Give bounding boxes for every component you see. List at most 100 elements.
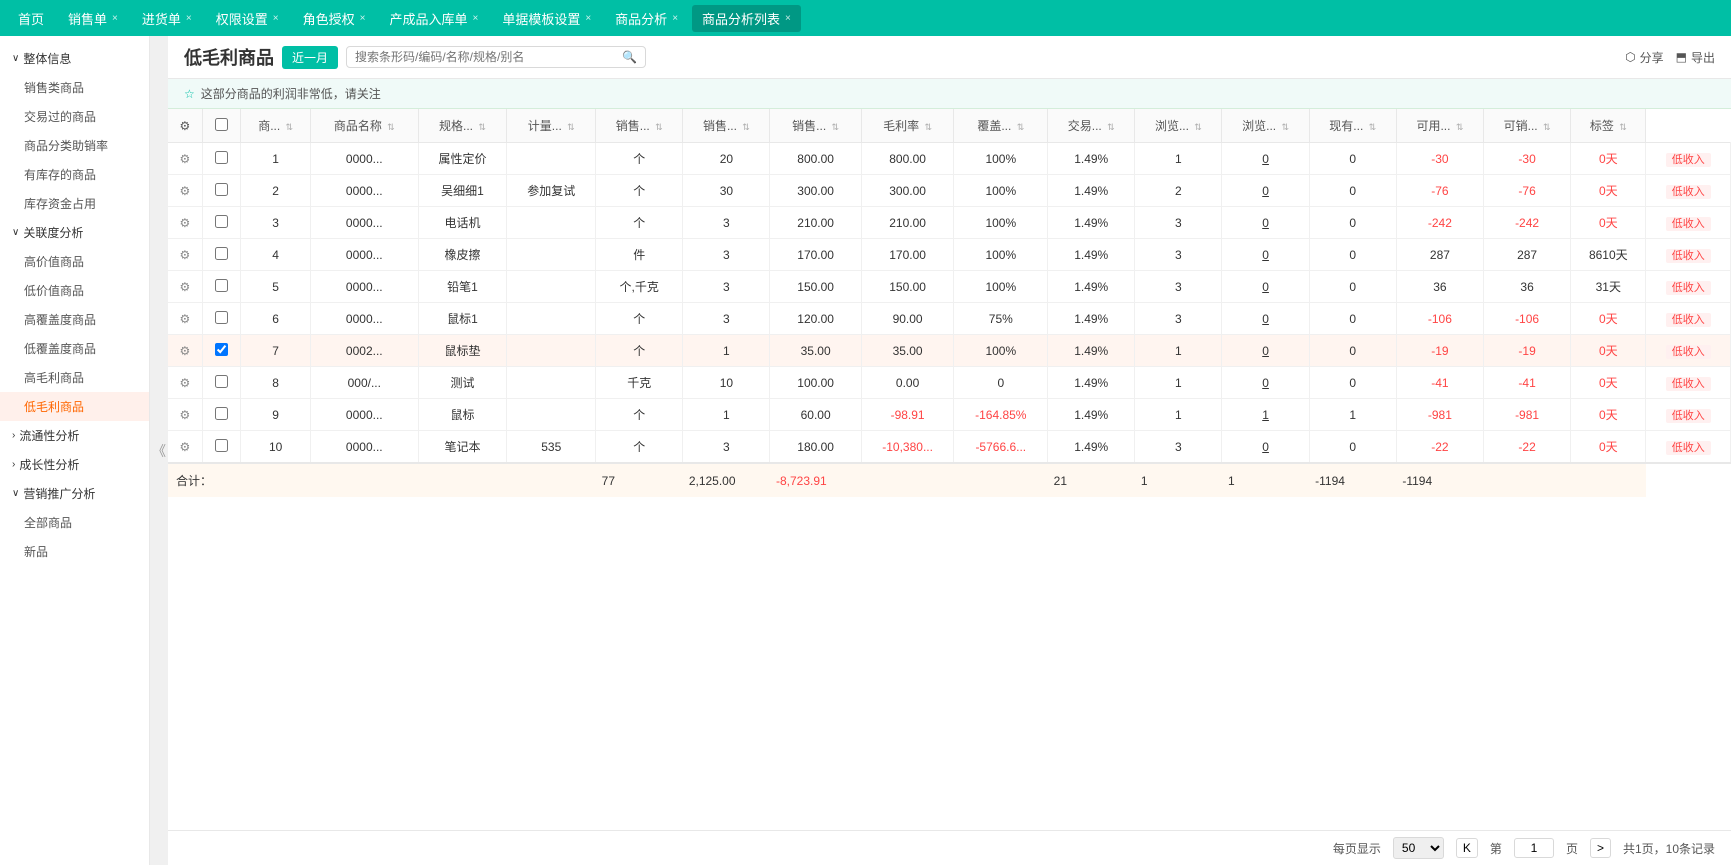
row-settings-icon[interactable]: ⚙ bbox=[180, 344, 191, 358]
row-checkbox-6[interactable] bbox=[215, 343, 228, 356]
col-coverage[interactable]: 覆盖... ⇅ bbox=[954, 109, 1048, 143]
nav-sales-order-close[interactable]: × bbox=[112, 13, 118, 24]
col-sales2[interactable]: 销售... ⇅ bbox=[683, 109, 770, 143]
cell-browse1[interactable]: 0 bbox=[1222, 207, 1309, 239]
col-gross-margin[interactable]: 毛利率 ⇅ bbox=[861, 109, 954, 143]
cell-checkbox[interactable] bbox=[202, 303, 240, 335]
sort-icon-name[interactable]: ⇅ bbox=[387, 122, 395, 132]
row-settings-icon[interactable]: ⚙ bbox=[180, 248, 191, 262]
row-settings-icon[interactable]: ⚙ bbox=[180, 376, 191, 390]
cell-checkbox[interactable] bbox=[202, 335, 240, 367]
sort-icon-available[interactable]: ⇅ bbox=[1456, 122, 1464, 132]
nav-purchase-order-close[interactable]: × bbox=[186, 13, 192, 24]
browse1-link[interactable]: 0 bbox=[1262, 376, 1269, 390]
cell-checkbox[interactable] bbox=[202, 207, 240, 239]
sidebar-item-in-stock[interactable]: 有库存的商品 bbox=[0, 160, 149, 189]
sidebar-item-high-value[interactable]: 高价值商品 bbox=[0, 247, 149, 276]
browse1-link[interactable]: 0 bbox=[1262, 344, 1269, 358]
col-saleable[interactable]: 可销... ⇅ bbox=[1484, 109, 1571, 143]
row-checkbox-0[interactable] bbox=[215, 151, 228, 164]
nav-role-auth[interactable]: 角色授权 × bbox=[293, 5, 376, 32]
sidebar-group-correlation[interactable]: ∨ 关联度分析 bbox=[0, 218, 149, 247]
sidebar-collapse-button[interactable]: 《 bbox=[150, 36, 168, 865]
col-available[interactable]: 可用... ⇅ bbox=[1396, 109, 1483, 143]
nav-permission-close[interactable]: × bbox=[273, 13, 279, 24]
sort-icon-unit[interactable]: ⇅ bbox=[567, 122, 575, 132]
col-current[interactable]: 现有... ⇅ bbox=[1309, 109, 1396, 143]
nav-role-auth-close[interactable]: × bbox=[360, 13, 366, 24]
col-unit[interactable]: 计量... ⇅ bbox=[507, 109, 596, 143]
cell-browse1[interactable]: 0 bbox=[1222, 175, 1309, 207]
sort-icon-browse1[interactable]: ⇅ bbox=[1194, 122, 1202, 132]
cell-browse1[interactable]: 1 bbox=[1222, 399, 1309, 431]
select-all-checkbox[interactable] bbox=[215, 118, 228, 131]
cell-browse1[interactable]: 0 bbox=[1222, 239, 1309, 271]
cell-browse1[interactable]: 0 bbox=[1222, 303, 1309, 335]
sidebar-item-traded-goods[interactable]: 交易过的商品 bbox=[0, 102, 149, 131]
sort-icon-spec[interactable]: ⇅ bbox=[478, 122, 486, 132]
nav-product-entry-close[interactable]: × bbox=[472, 13, 478, 24]
cell-checkbox[interactable] bbox=[202, 367, 240, 399]
row-checkbox-1[interactable] bbox=[215, 183, 228, 196]
col-name[interactable]: 商品名称 ⇅ bbox=[311, 109, 419, 143]
browse1-link[interactable]: 1 bbox=[1262, 408, 1269, 422]
sort-icon-sales2[interactable]: ⇅ bbox=[742, 122, 750, 132]
settings-icon[interactable]: ⚙ bbox=[180, 119, 191, 133]
col-sales3[interactable]: 销售... ⇅ bbox=[770, 109, 861, 143]
browse1-link[interactable]: 0 bbox=[1262, 312, 1269, 326]
browse1-link[interactable]: 0 bbox=[1262, 248, 1269, 262]
row-settings-icon[interactable]: ⚙ bbox=[180, 152, 191, 166]
row-checkbox-9[interactable] bbox=[215, 439, 228, 452]
cell-checkbox[interactable] bbox=[202, 431, 240, 464]
nav-product-entry[interactable]: 产成品入库单 × bbox=[379, 5, 488, 32]
sidebar-group-liquidity[interactable]: › 流通性分析 bbox=[0, 421, 149, 450]
date-filter-button[interactable]: 近一月 bbox=[282, 46, 338, 69]
row-settings-icon[interactable]: ⚙ bbox=[180, 216, 191, 230]
page-size-select[interactable]: 50 100 200 bbox=[1393, 837, 1444, 859]
row-settings-icon[interactable]: ⚙ bbox=[180, 312, 191, 326]
cell-browse1[interactable]: 0 bbox=[1222, 431, 1309, 464]
sort-icon-current[interactable]: ⇅ bbox=[1369, 122, 1377, 132]
cell-browse1[interactable]: 0 bbox=[1222, 367, 1309, 399]
row-checkbox-5[interactable] bbox=[215, 311, 228, 324]
sort-icon-transaction[interactable]: ⇅ bbox=[1107, 122, 1115, 132]
browse1-link[interactable]: 0 bbox=[1262, 184, 1269, 198]
row-settings-icon[interactable]: ⚙ bbox=[180, 280, 191, 294]
sort-icon-coverage[interactable]: ⇅ bbox=[1017, 122, 1025, 132]
sort-icon-code[interactable]: ⇅ bbox=[286, 122, 294, 132]
sidebar-item-low-value[interactable]: 低价值商品 bbox=[0, 276, 149, 305]
col-spec[interactable]: 规格... ⇅ bbox=[418, 109, 507, 143]
nav-home[interactable]: 首页 bbox=[8, 5, 54, 32]
col-sales1[interactable]: 销售... ⇅ bbox=[596, 109, 683, 143]
search-icon[interactable]: 🔍 bbox=[622, 50, 637, 64]
sort-icon-tag[interactable]: ⇅ bbox=[1619, 122, 1627, 132]
cell-browse1[interactable]: 0 bbox=[1222, 335, 1309, 367]
sidebar-item-all-goods[interactable]: 全部商品 bbox=[0, 508, 149, 537]
cell-checkbox[interactable] bbox=[202, 239, 240, 271]
browse1-link[interactable]: 0 bbox=[1262, 440, 1269, 454]
share-button[interactable]: ⬡ 分享 bbox=[1625, 49, 1664, 66]
col-settings[interactable]: ⚙ bbox=[168, 109, 202, 143]
sidebar-item-low-coverage[interactable]: 低覆盖度商品 bbox=[0, 334, 149, 363]
col-browse1[interactable]: 浏览... ⇅ bbox=[1135, 109, 1222, 143]
cell-checkbox[interactable] bbox=[202, 399, 240, 431]
browse1-link[interactable]: 0 bbox=[1262, 152, 1269, 166]
sidebar-group-overall[interactable]: ∨ 整体信息 bbox=[0, 44, 149, 73]
sort-icon-saleable[interactable]: ⇅ bbox=[1543, 122, 1551, 132]
nav-purchase-order[interactable]: 进货单 × bbox=[132, 5, 202, 32]
sort-icon-sales1[interactable]: ⇅ bbox=[655, 122, 663, 132]
sort-icon-browse2[interactable]: ⇅ bbox=[1281, 122, 1289, 132]
nav-product-analysis[interactable]: 商品分析 × bbox=[605, 5, 688, 32]
search-input[interactable] bbox=[355, 50, 618, 64]
col-transaction[interactable]: 交易... ⇅ bbox=[1048, 109, 1135, 143]
col-checkbox[interactable] bbox=[202, 109, 240, 143]
sidebar-group-marketing[interactable]: ∨ 营销推广分析 bbox=[0, 479, 149, 508]
cell-browse1[interactable]: 0 bbox=[1222, 271, 1309, 303]
row-settings-icon[interactable]: ⚙ bbox=[180, 440, 191, 454]
row-checkbox-7[interactable] bbox=[215, 375, 228, 388]
nav-template-settings[interactable]: 单据模板设置 × bbox=[492, 5, 601, 32]
sidebar-item-high-margin[interactable]: 高毛利商品 bbox=[0, 363, 149, 392]
next-page-button[interactable]: > bbox=[1590, 838, 1611, 858]
col-browse2[interactable]: 浏览... ⇅ bbox=[1222, 109, 1309, 143]
sort-icon-sales3[interactable]: ⇅ bbox=[832, 122, 840, 132]
